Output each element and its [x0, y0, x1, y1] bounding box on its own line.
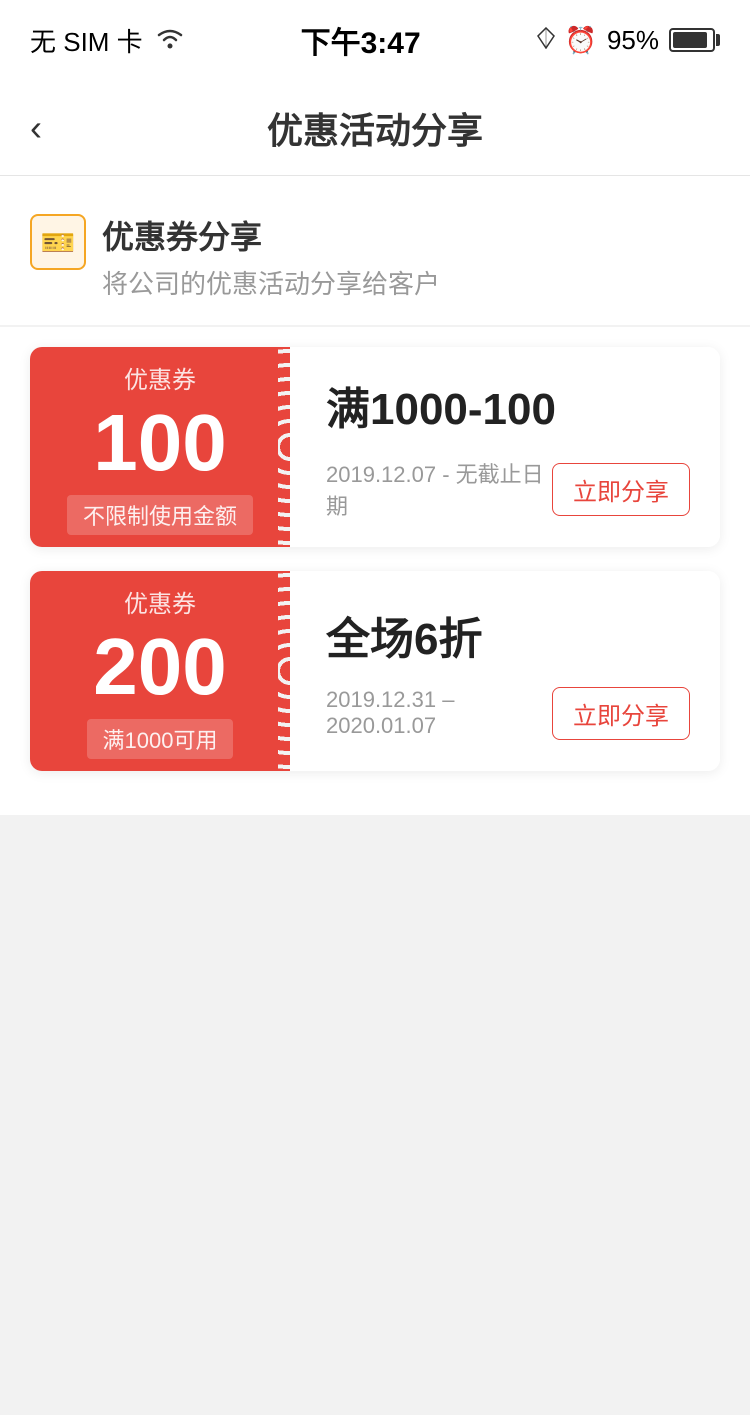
back-button[interactable]: ‹ [30, 107, 42, 149]
coupon-list: 优惠券 100 不限制使用金额 满1000-100 2019.12.07 - 无… [0, 327, 750, 815]
share-button-1[interactable]: 立即分享 [552, 463, 690, 516]
section-subtitle: 将公司的优惠活动分享给客户 [102, 264, 440, 301]
status-time: 下午3:47 [301, 18, 421, 62]
status-right: ⏰ 95% [537, 25, 720, 56]
coupon-icon: 🎫 [41, 226, 76, 259]
nav-bar: ‹ 优惠活动分享 [0, 80, 750, 176]
wifi-icon [155, 25, 185, 56]
coupon-item: 优惠券 100 不限制使用金额 满1000-100 2019.12.07 - 无… [30, 347, 720, 547]
coupon-left-1: 优惠券 100 不限制使用金额 [30, 347, 290, 547]
coupon-type-1: 优惠券 [124, 360, 196, 395]
coupon-date-2: 2019.12.31 – 2020.01.07 [326, 687, 552, 739]
battery-icon [669, 28, 720, 52]
section-text: 优惠券分享 将公司的优惠活动分享给客户 [102, 212, 440, 301]
coupon-right-2: 全场6折 2019.12.31 – 2020.01.07 立即分享 [290, 571, 720, 771]
empty-area [0, 815, 750, 1415]
coupon-bottom-2: 2019.12.31 – 2020.01.07 立即分享 [326, 687, 690, 740]
coupon-type-2: 优惠券 [124, 584, 196, 619]
status-left: 无 SIM 卡 [30, 22, 185, 59]
section-title: 优惠券分享 [102, 212, 440, 258]
coupon-amount-1: 100 [93, 403, 226, 483]
coupon-name-2: 全场6折 [326, 603, 690, 667]
coupon-right-1: 满1000-100 2019.12.07 - 无截止日期 立即分享 [290, 347, 720, 547]
coupon-name-1: 满1000-100 [326, 373, 690, 437]
section-header: 🎫 优惠券分享 将公司的优惠活动分享给客户 [0, 176, 750, 325]
section-icon: 🎫 [30, 214, 86, 270]
coupon-bottom-1: 2019.12.07 - 无截止日期 立即分享 [326, 457, 690, 521]
coupon-date-1: 2019.12.07 - 无截止日期 [326, 457, 552, 521]
alarm-icon: ⏰ [565, 25, 597, 56]
coupon-left-2: 优惠券 200 满1000可用 [30, 571, 290, 771]
location-icon [537, 25, 555, 56]
coupon-condition-1: 不限制使用金额 [67, 495, 253, 535]
carrier-text: 无 SIM 卡 [30, 22, 143, 59]
share-button-2[interactable]: 立即分享 [552, 687, 690, 740]
battery-text: 95% [607, 25, 659, 56]
coupon-item-2: 优惠券 200 满1000可用 全场6折 2019.12.31 – 2020.0… [30, 571, 720, 771]
status-bar: 无 SIM 卡 下午3:47 ⏰ 95% [0, 0, 750, 80]
page-title: 优惠活动分享 [267, 102, 483, 154]
coupon-amount-2: 200 [93, 627, 226, 707]
coupon-condition-2: 满1000可用 [87, 719, 234, 759]
